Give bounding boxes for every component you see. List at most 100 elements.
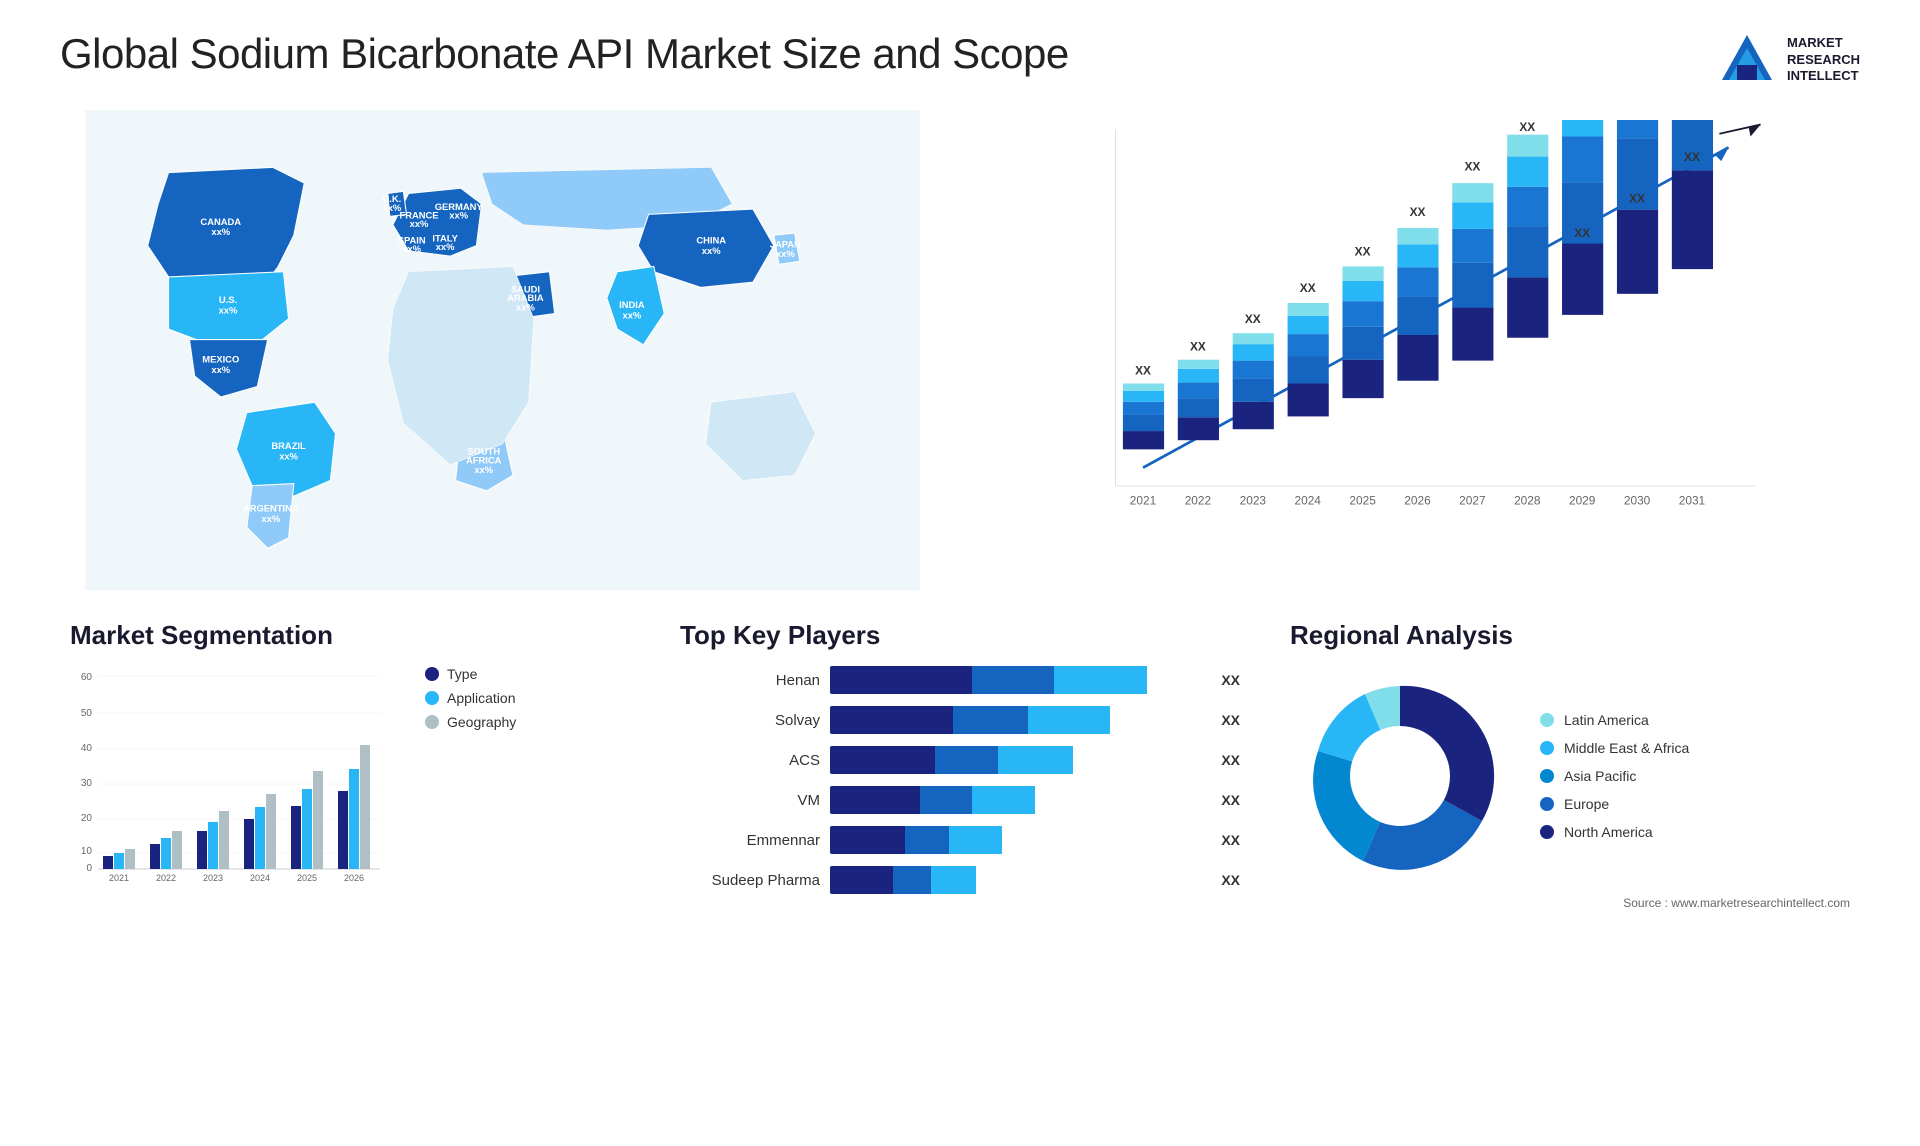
svg-text:2031: 2031 — [1679, 493, 1706, 507]
player-value-henan: XX — [1221, 672, 1240, 688]
player-acs: ACS XX — [680, 746, 1240, 774]
type-dot — [425, 667, 439, 681]
logo-text: MARKET RESEARCH INTELLECT — [1787, 35, 1860, 86]
svg-text:2027: 2027 — [1459, 493, 1485, 507]
player-name-henan: Henan — [680, 672, 820, 689]
bar-seg2 — [972, 666, 1054, 694]
legend-application-label: Application — [447, 690, 516, 706]
regional-legend: Latin America Middle East & Africa Asia … — [1540, 712, 1689, 840]
legend-type-label: Type — [447, 666, 477, 682]
svg-text:xx%: xx% — [776, 248, 795, 259]
regional-section: Regional Analysis — [1280, 610, 1860, 920]
svg-text:BRAZIL: BRAZIL — [271, 440, 306, 451]
player-solvay: Solvay XX — [680, 706, 1240, 734]
svg-text:XX: XX — [1519, 120, 1535, 134]
page-container: Global Sodium Bicarbonate API Market Siz… — [0, 0, 1920, 1146]
svg-text:2023: 2023 — [1240, 493, 1267, 507]
svg-text:xx%: xx% — [219, 304, 238, 315]
player-name-emmennar: Emmennar — [680, 832, 820, 849]
svg-text:2022: 2022 — [156, 873, 176, 883]
player-vm: VM XX — [680, 786, 1240, 814]
svg-text:xx%: xx% — [516, 301, 535, 312]
svg-text:XX: XX — [1410, 205, 1426, 219]
regional-title: Regional Analysis — [1290, 620, 1850, 651]
bar-seg2 — [920, 786, 972, 814]
svg-text:XX: XX — [1245, 312, 1261, 326]
svg-text:XX: XX — [1355, 244, 1371, 258]
bottom-grid: Market Segmentation 60 50 40 30 20 10 0 — [60, 610, 1860, 920]
legend-middle-east-africa: Middle East & Africa — [1540, 740, 1689, 756]
player-name-sudeep: Sudeep Pharma — [680, 872, 820, 889]
svg-text:2030: 2030 — [1624, 493, 1651, 507]
svg-text:MEXICO: MEXICO — [202, 354, 239, 365]
svg-text:CANADA: CANADA — [200, 216, 241, 227]
svg-text:xx%: xx% — [279, 451, 298, 462]
donut-chart — [1290, 666, 1510, 886]
growth-chart: XX 2021 XX 2022 XX 2023 — [995, 120, 1840, 550]
bar-seg2 — [935, 746, 998, 774]
player-bar-emmennar — [830, 826, 1203, 854]
north-america-label: North America — [1564, 824, 1653, 840]
svg-text:xx%: xx% — [436, 241, 455, 252]
bar-seg3 — [972, 786, 1035, 814]
svg-text:2026: 2026 — [344, 873, 364, 883]
europe-dot — [1540, 797, 1554, 811]
legend-asia-pacific: Asia Pacific — [1540, 768, 1689, 784]
bar-seg3 — [1054, 666, 1147, 694]
svg-text:xx%: xx% — [449, 210, 468, 221]
svg-text:30: 30 — [81, 778, 93, 789]
page-title: Global Sodium Bicarbonate API Market Siz… — [60, 30, 1069, 78]
map-section: CANADA xx% U.S. xx% MEXICO xx% BRAZIL xx… — [60, 110, 945, 590]
player-value-sudeep: XX — [1221, 872, 1240, 888]
player-value-solvay: XX — [1221, 712, 1240, 728]
player-sudeep: Sudeep Pharma XX — [680, 866, 1240, 894]
player-value-vm: XX — [1221, 792, 1240, 808]
player-bar-henan — [830, 666, 1203, 694]
players-section: Top Key Players Henan XX Solvay — [670, 610, 1250, 920]
application-dot — [425, 691, 439, 705]
svg-text:2023: 2023 — [203, 873, 223, 883]
svg-text:2026: 2026 — [1404, 493, 1431, 507]
player-name-acs: ACS — [680, 752, 820, 769]
svg-text:xx%: xx% — [623, 310, 642, 321]
legend-geography-label: Geography — [447, 714, 516, 730]
players-title: Top Key Players — [680, 620, 1240, 651]
svg-text:XX: XX — [1684, 150, 1700, 164]
legend-latin-america: Latin America — [1540, 712, 1689, 728]
player-henan: Henan XX — [680, 666, 1240, 694]
donut-container: Latin America Middle East & Africa Asia … — [1290, 666, 1850, 886]
logo-container: MARKET RESEARCH INTELLECT — [1717, 30, 1860, 90]
bar-seg2 — [905, 826, 950, 854]
legend-geography: Geography — [425, 714, 516, 730]
svg-text:60: 60 — [81, 672, 93, 683]
svg-text:2022: 2022 — [1185, 493, 1211, 507]
player-bar-acs — [830, 746, 1203, 774]
svg-text:XX: XX — [1574, 226, 1590, 240]
svg-text:INDIA: INDIA — [619, 299, 645, 310]
bar-seg3 — [931, 866, 976, 894]
player-value-acs: XX — [1221, 752, 1240, 768]
latin-america-dot — [1540, 713, 1554, 727]
svg-text:2028: 2028 — [1514, 493, 1541, 507]
svg-text:CHINA: CHINA — [696, 235, 726, 246]
bar-seg3 — [998, 746, 1073, 774]
bar-seg1 — [830, 786, 920, 814]
player-bar-vm — [830, 786, 1203, 814]
svg-text:xx%: xx% — [211, 226, 230, 237]
bar-seg1 — [830, 866, 893, 894]
bar-seg3 — [1028, 706, 1110, 734]
legend-type: Type — [425, 666, 516, 682]
svg-text:XX: XX — [1190, 340, 1206, 354]
svg-text:xx%: xx% — [211, 364, 230, 375]
bar-seg1 — [830, 826, 905, 854]
player-value-emmennar: XX — [1221, 832, 1240, 848]
segmentation-title: Market Segmentation — [70, 620, 630, 651]
svg-text:2025: 2025 — [1349, 493, 1376, 507]
bar-seg1 — [830, 746, 935, 774]
world-map: CANADA xx% U.S. xx% MEXICO xx% BRAZIL xx… — [60, 110, 945, 590]
svg-text:XX: XX — [1629, 191, 1645, 205]
north-america-dot — [1540, 825, 1554, 839]
svg-text:50: 50 — [81, 708, 93, 719]
bar-seg2 — [893, 866, 930, 894]
segmentation-chart: 60 50 40 30 20 10 0 — [70, 666, 390, 886]
